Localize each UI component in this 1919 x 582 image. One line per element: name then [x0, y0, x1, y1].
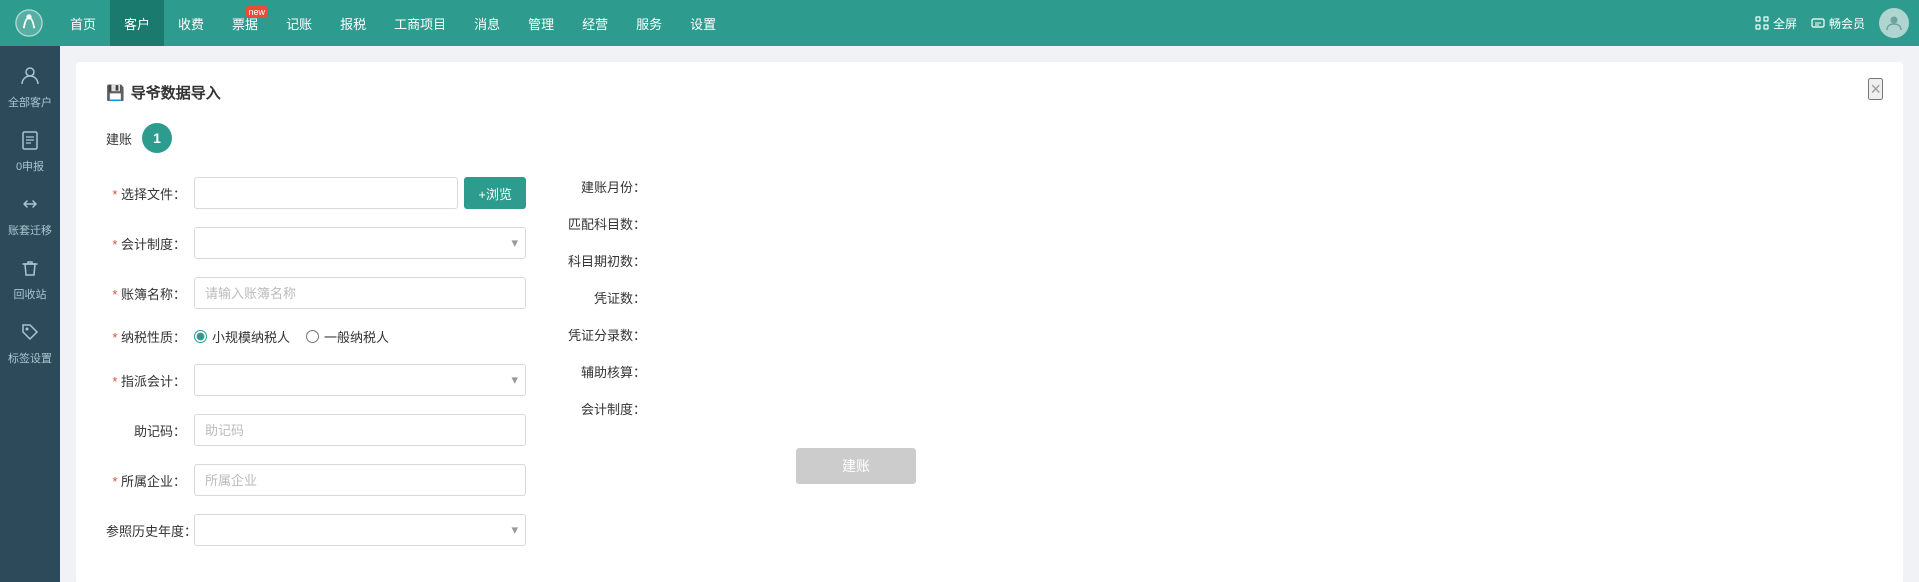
- accounting-system-select[interactable]: [194, 227, 526, 259]
- nav-item-operations[interactable]: 经营: [568, 0, 622, 46]
- sidebar-label-recycle: 回收站: [14, 286, 47, 302]
- form-right: 建账月份： 匹配科目数： 科目期初数： 凭证数：: [556, 123, 916, 564]
- nav-item-bills[interactable]: 票据 new: [218, 0, 272, 46]
- page-header: 💾 导爷数据导入: [106, 82, 1873, 103]
- historical-year-select[interactable]: [194, 514, 526, 546]
- sidebar-label-tags: 标签设置: [8, 350, 52, 366]
- zero-declaration-icon: [20, 130, 40, 155]
- voucher-count-label: 凭证数：: [556, 288, 646, 307]
- page-title: 导爷数据导入: [131, 82, 221, 103]
- tax-type-radio-group: 小规模纳税人 一般纳税人: [194, 327, 526, 346]
- accountant-row: 指派会计：: [106, 364, 526, 396]
- match-subjects-row: 匹配科目数：: [556, 214, 916, 233]
- sidebar-item-account-migration[interactable]: 账套迁移: [0, 184, 60, 248]
- account-name-input[interactable]: [194, 277, 526, 309]
- step-area: 建账 1: [106, 123, 526, 153]
- sidebar: 全部客户 0申报 账套迁移: [0, 46, 60, 582]
- voucher-count-row: 凭证数：: [556, 288, 916, 307]
- voucher-entries-label: 凭证分录数：: [556, 325, 646, 344]
- tax-type-row: 纳税性质： 小规模纳税人 一般纳税人: [106, 327, 526, 346]
- auxiliary-accounting-label: 辅助核算：: [556, 362, 646, 381]
- right-accounting-system-row: 会计制度：: [556, 399, 916, 418]
- period-initial-label: 科目期初数：: [556, 251, 646, 270]
- step-circle: 1: [142, 123, 172, 153]
- app-logo: [10, 4, 48, 42]
- historical-year-label: 参照历史年度：: [106, 521, 186, 540]
- nav-item-manage[interactable]: 管理: [514, 0, 568, 46]
- file-text-input[interactable]: [194, 177, 458, 209]
- member-button[interactable]: 畅会员: [1811, 15, 1865, 32]
- nav-item-services[interactable]: 服务: [622, 0, 676, 46]
- account-migration-icon: [20, 194, 40, 219]
- auxiliary-accounting-row: 辅助核算：: [556, 362, 916, 381]
- page-container: 💾 导爷数据导入 × 建账 1 选择文件：: [76, 62, 1903, 582]
- nav-item-tax[interactable]: 报税: [326, 0, 380, 46]
- file-input-wrap: +浏览: [194, 177, 526, 209]
- main-content: 💾 导爷数据导入 × 建账 1 选择文件：: [60, 46, 1919, 582]
- enterprise-row: 所属企业：: [106, 464, 526, 496]
- enterprise-input[interactable]: [194, 464, 526, 496]
- recycle-icon: [20, 258, 40, 283]
- sidebar-label-all-clients: 全部客户: [8, 94, 52, 110]
- step-label: 建账: [106, 129, 132, 148]
- all-clients-icon: [20, 66, 40, 91]
- historical-year-select-wrap: [194, 514, 526, 546]
- nav-items: 首页 客户 收费 票据 new 记账 报税 工商项目 消息 管理 经营 服务 设…: [56, 0, 1755, 46]
- radio-small-taxpayer-input[interactable]: [194, 330, 207, 343]
- accounting-system-row: 会计制度：: [106, 227, 526, 259]
- nav-item-settings[interactable]: 设置: [676, 0, 730, 46]
- accountant-select[interactable]: [194, 364, 526, 396]
- user-avatar[interactable]: [1879, 8, 1909, 38]
- file-field-row: 选择文件： +浏览: [106, 177, 526, 209]
- nav-item-bookkeeping[interactable]: 记账: [272, 0, 326, 46]
- browse-button[interactable]: +浏览: [464, 177, 526, 209]
- sidebar-item-all-clients[interactable]: 全部客户: [0, 56, 60, 120]
- nav-item-projects[interactable]: 工商项目: [380, 0, 460, 46]
- mnemonic-input[interactable]: [194, 414, 526, 446]
- account-name-row: 账簿名称：: [106, 277, 526, 309]
- accountant-select-wrap: [194, 364, 526, 396]
- sidebar-item-tags[interactable]: 标签设置: [0, 312, 60, 376]
- build-month-label: 建账月份：: [556, 177, 646, 196]
- mnemonic-row: 助记码：: [106, 414, 526, 446]
- sidebar-label-zero-declaration: 0申报: [16, 158, 44, 174]
- right-accounting-system-label: 会计制度：: [556, 399, 646, 418]
- close-button[interactable]: ×: [1868, 78, 1883, 100]
- sidebar-item-zero-declaration[interactable]: 0申报: [0, 120, 60, 184]
- nav-right: 全屏 畅会员: [1755, 8, 1909, 38]
- form-left: 建账 1 选择文件： +浏览 会计制度：: [106, 123, 526, 564]
- nav-item-fees[interactable]: 收费: [164, 0, 218, 46]
- sidebar-item-recycle[interactable]: 回收站: [0, 248, 60, 312]
- historical-year-row: 参照历史年度：: [106, 514, 526, 546]
- tags-icon: [20, 322, 40, 347]
- accounting-system-select-wrap: [194, 227, 526, 259]
- mnemonic-label: 助记码：: [106, 421, 186, 440]
- file-field-label: 选择文件：: [106, 184, 186, 203]
- form-layout: 建账 1 选择文件： +浏览 会计制度：: [106, 123, 1873, 564]
- sidebar-label-account-migration: 账套迁移: [8, 222, 52, 238]
- build-account-button[interactable]: 建账: [796, 448, 916, 484]
- nav-item-clients[interactable]: 客户: [110, 0, 164, 46]
- import-icon: 💾: [106, 84, 125, 102]
- enterprise-label: 所属企业：: [106, 471, 186, 490]
- top-navigation: 首页 客户 收费 票据 new 记账 报税 工商项目 消息 管理 经营 服务 设…: [0, 0, 1919, 46]
- radio-small-taxpayer[interactable]: 小规模纳税人: [194, 327, 290, 346]
- nav-item-messages[interactable]: 消息: [460, 0, 514, 46]
- fullscreen-button[interactable]: 全屏: [1755, 15, 1797, 32]
- accountant-label: 指派会计：: [106, 371, 186, 390]
- nav-item-home[interactable]: 首页: [56, 0, 110, 46]
- period-initial-row: 科目期初数：: [556, 251, 916, 270]
- new-badge: new: [246, 6, 269, 18]
- radio-general-taxpayer[interactable]: 一般纳税人: [306, 327, 389, 346]
- voucher-entries-row: 凭证分录数：: [556, 325, 916, 344]
- tax-type-label: 纳税性质：: [106, 327, 186, 346]
- account-name-label: 账簿名称：: [106, 284, 186, 303]
- match-subjects-label: 匹配科目数：: [556, 214, 646, 233]
- build-month-row: 建账月份：: [556, 177, 916, 196]
- radio-general-taxpayer-input[interactable]: [306, 330, 319, 343]
- accounting-system-label: 会计制度：: [106, 234, 186, 253]
